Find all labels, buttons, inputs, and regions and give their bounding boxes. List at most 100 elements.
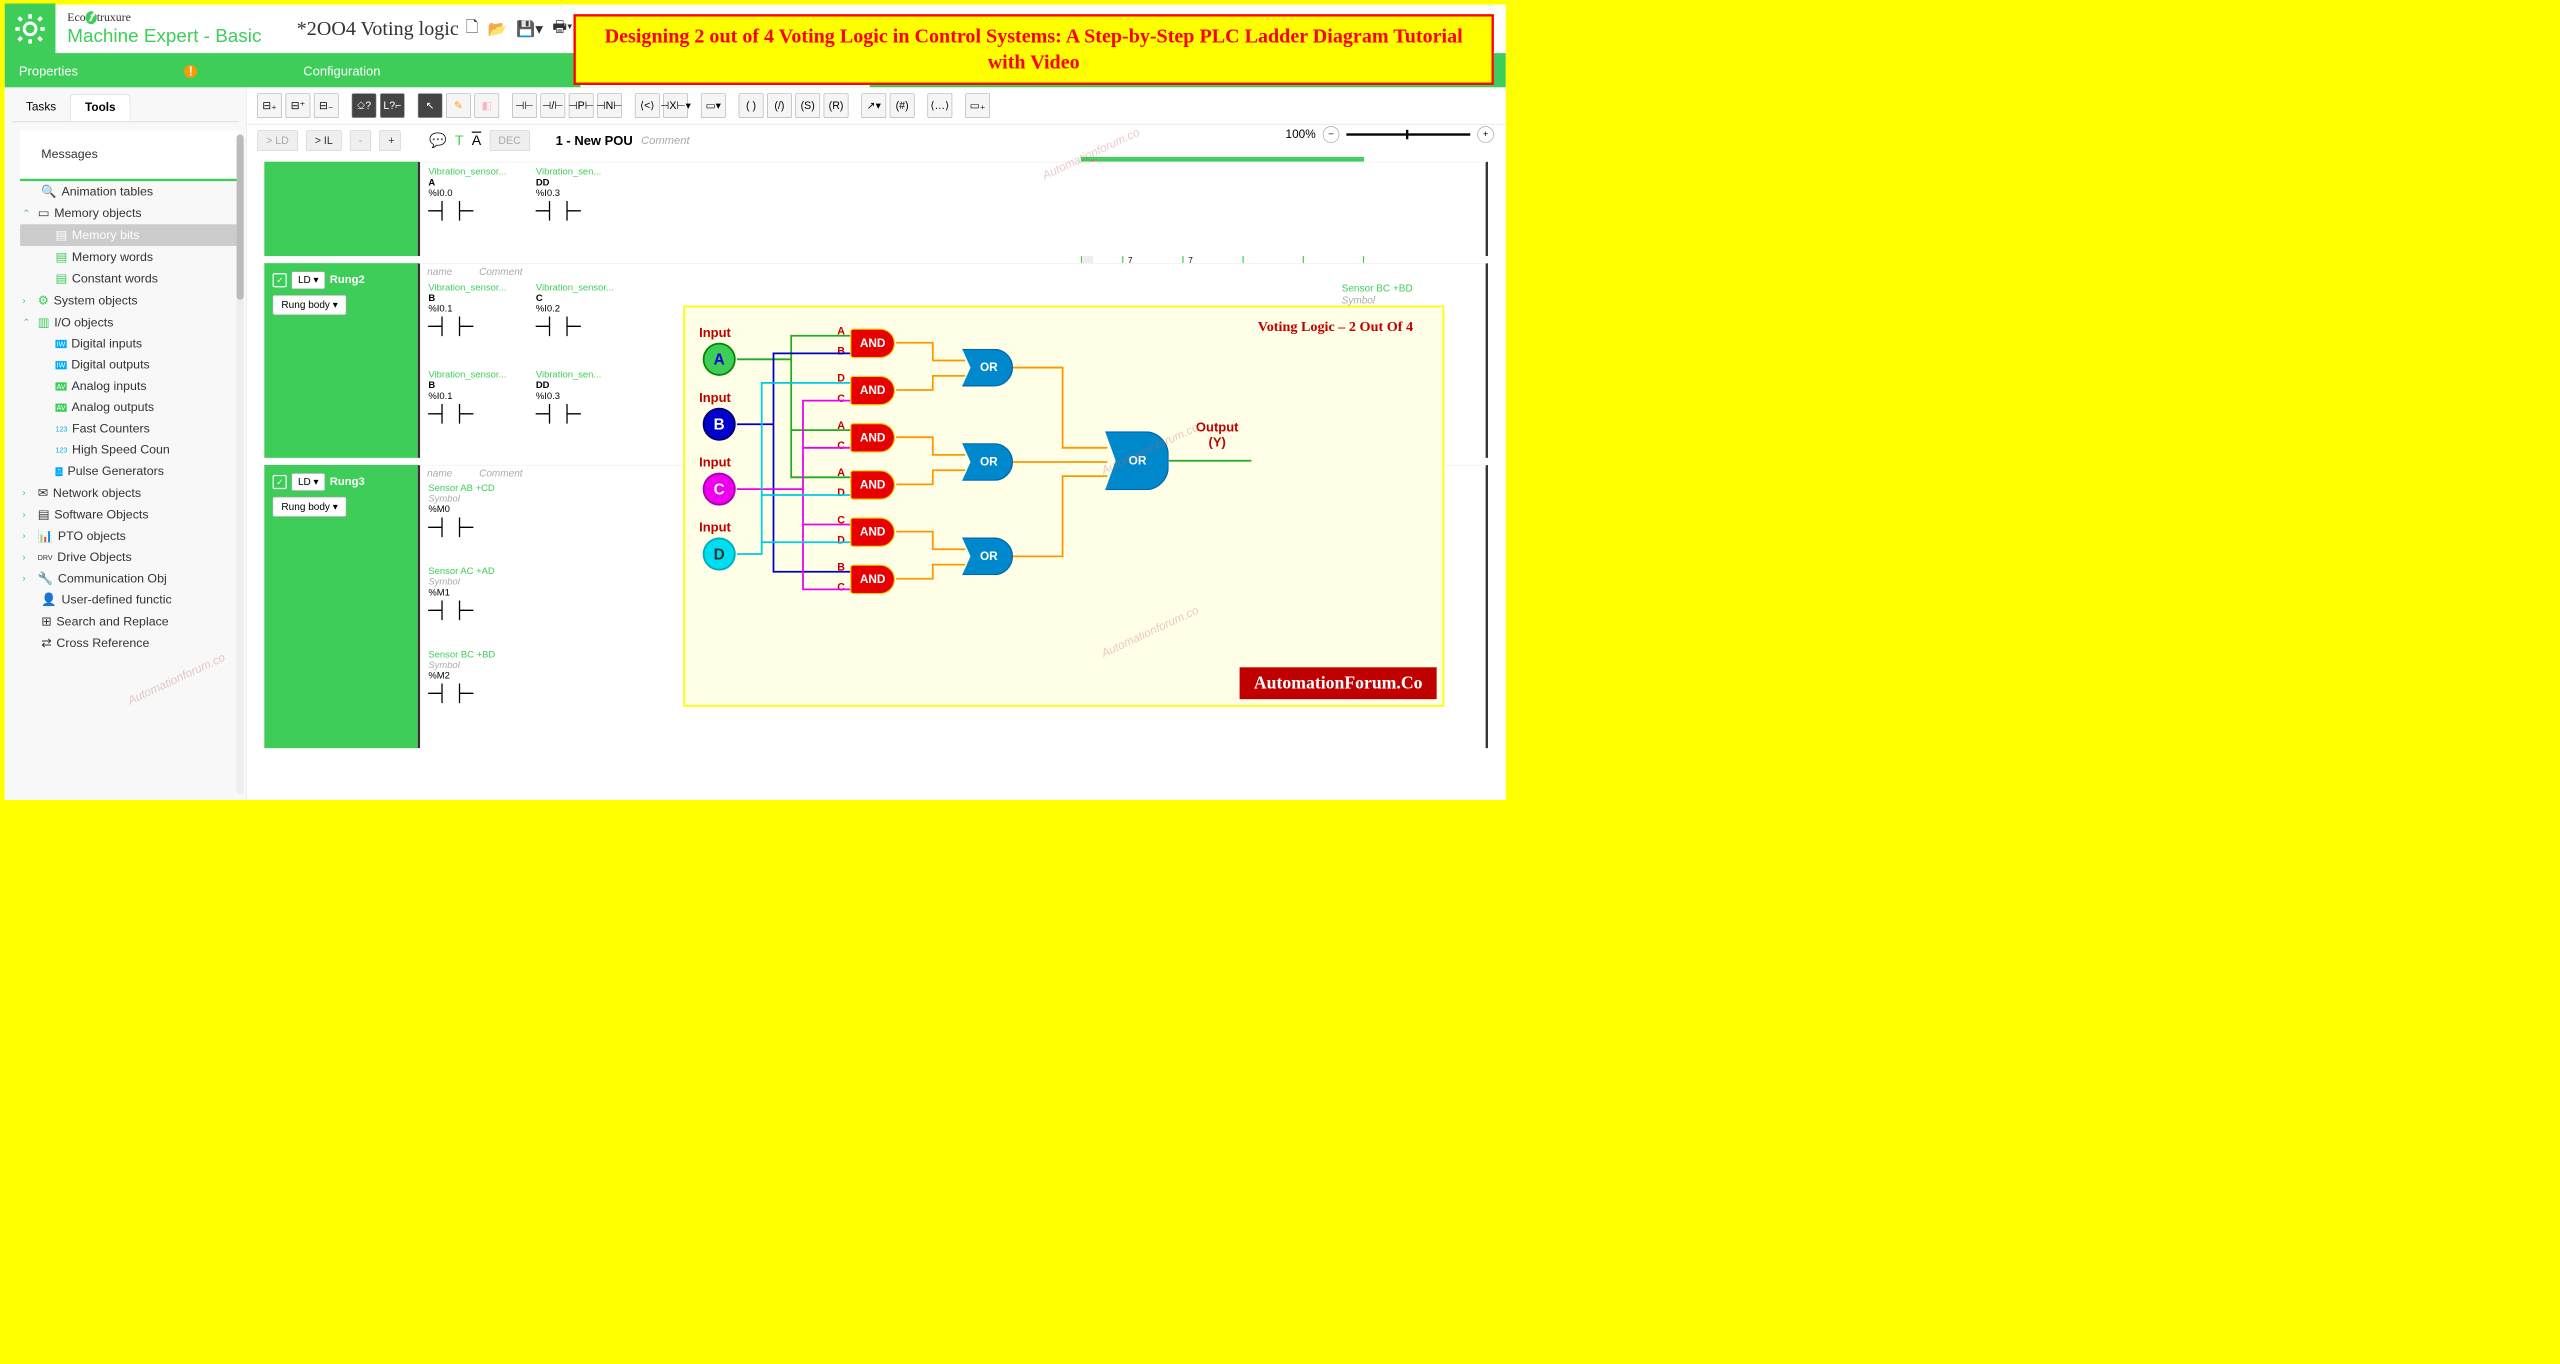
or-gate-final: OR xyxy=(1098,431,1169,490)
branch2-icon[interactable]: L?⌐ xyxy=(380,93,405,118)
side-tab-tools[interactable]: Tools xyxy=(70,94,130,121)
tree-analog-inputs[interactable]: AVAnalog inputs xyxy=(20,376,239,397)
tree-pto-objects[interactable]: ›📊PTO objects xyxy=(20,526,239,547)
tree-software-objects[interactable]: ›▤Software Objects xyxy=(20,504,239,526)
rung3-contact-M0[interactable]: Sensor AB +CD Symbol %M0 xyxy=(428,483,499,537)
tree-memory-words[interactable]: ▤Memory words xyxy=(20,246,239,268)
save-icon[interactable]: 💾▾ xyxy=(514,17,546,40)
app-logo xyxy=(5,4,56,55)
tree-network-objects[interactable]: ›✉Network objects xyxy=(20,482,239,504)
logic-diagram: Voting Logic – 2 Out Of 4 AutomationForu… xyxy=(683,306,1444,707)
tree-digital-inputs[interactable]: IWDigital inputs xyxy=(20,333,239,354)
input-D: D xyxy=(703,537,736,570)
text-icon[interactable]: T xyxy=(455,132,464,149)
rung2-name-ph[interactable]: name xyxy=(427,266,452,278)
tree-drive-objects[interactable]: ›DRVDrive Objects xyxy=(20,547,239,568)
tree-high-speed-counters[interactable]: 123High Speed Coun xyxy=(20,440,239,461)
rung3-ld-button[interactable]: LD ▾ xyxy=(291,473,325,491)
zoom-slider[interactable] xyxy=(1346,133,1470,135)
rung-add-icon[interactable]: ⊟₊ xyxy=(257,93,282,118)
coil-r-icon[interactable]: (R) xyxy=(824,93,849,118)
comment-icon[interactable]: 💬 xyxy=(429,132,447,149)
dec-button[interactable]: DEC xyxy=(489,130,529,151)
pou-comment[interactable]: Comment xyxy=(641,134,690,147)
font-icon[interactable]: A xyxy=(472,132,481,149)
pin-c1: C xyxy=(837,392,845,404)
plus-button[interactable]: + xyxy=(379,130,400,151)
coil-s-icon[interactable]: (S) xyxy=(795,93,820,118)
xor-icon[interactable]: ⊣X⊢▾ xyxy=(663,93,688,118)
zoom-in-button[interactable]: + xyxy=(1477,126,1494,143)
sidebar-scrollbar[interactable] xyxy=(237,135,244,795)
eraser-icon[interactable]: ◧ xyxy=(474,93,499,118)
rung0-header[interactable] xyxy=(264,162,417,256)
coil-sharp-icon[interactable]: (#) xyxy=(890,93,915,118)
new-file-icon[interactable]: 🗋 xyxy=(463,14,480,45)
rung2-contact-DD[interactable]: Vibration_sen... DD %I0.3 xyxy=(536,370,607,424)
input-label-D: Input xyxy=(699,520,731,535)
rung3-comment-ph[interactable]: Comment xyxy=(479,468,522,480)
tab-properties[interactable]: Properties xyxy=(5,55,289,87)
tree-animation-tables[interactable]: 🔍Animation tables xyxy=(20,181,239,202)
tree-comm-objects[interactable]: ›🔧Communication Obj xyxy=(20,568,239,589)
tree-memory-bits[interactable]: ▤Memory bits xyxy=(20,224,239,246)
tree-pulse-generators[interactable]: ⎍Pulse Generators xyxy=(20,461,239,482)
rung3-header[interactable]: ✓ LD ▾ Rung3 Rung body ▾ xyxy=(264,465,417,748)
contact-n-icon[interactable]: ⊣N⊢ xyxy=(597,93,622,118)
rung3-contact-M2[interactable]: Sensor BC +BD Symbol %M2 xyxy=(428,650,499,704)
rung2-comment-ph[interactable]: Comment xyxy=(479,266,522,278)
tree-fast-counters[interactable]: 123Fast Counters xyxy=(20,418,239,439)
jump-icon[interactable]: ↗▾ xyxy=(861,93,886,118)
func-block-icon[interactable]: ▭▾ xyxy=(701,93,726,118)
contact-A[interactable]: Vibration_sensor... A %I0.0 xyxy=(428,167,506,221)
tree-io-objects[interactable]: ⌃▥I/O objects xyxy=(20,312,239,334)
il-button[interactable]: > IL xyxy=(306,130,342,151)
coil-neg-icon[interactable]: (/) xyxy=(767,93,792,118)
editor-toolbar: ⊟₊ ⊟⁺ ⊟₋ ⎐? L?⌐ ↖ ✎ ◧ ⊣⊢ ⊣/⊢ ⊣P⊢ ⊣N⊢ ⟨<⟩… xyxy=(247,87,1506,124)
rung3-name-ph[interactable]: name xyxy=(427,468,452,480)
rung2-contact-B2[interactable]: Vibration_sensor... B %I0.1 xyxy=(428,370,506,424)
rung-insert-icon[interactable]: ⊟⁺ xyxy=(286,93,311,118)
tree-digital-outputs[interactable]: IWDigital outputs xyxy=(20,355,239,376)
pou-title: 1 - New POU xyxy=(556,133,633,148)
rung2-contact-B1[interactable]: Vibration_sensor... B %I0.1 xyxy=(428,283,506,337)
tree-search-replace[interactable]: ⊞Search and Replace xyxy=(20,611,239,633)
rung2-body-button[interactable]: Rung body ▾ xyxy=(273,295,347,315)
contact-DD[interactable]: Vibration_sen... DD %I0.3 xyxy=(536,167,607,221)
rung2-ld-button[interactable]: LD ▾ xyxy=(291,271,325,289)
rung0-canvas[interactable]: Vibration_sensor... A %I0.0 Vibration_se… xyxy=(418,162,1488,256)
coil-icon[interactable]: ( ) xyxy=(739,93,764,118)
contact-no-icon[interactable]: ⊣⊢ xyxy=(512,93,537,118)
branch-icon[interactable]: ⎐? xyxy=(352,93,377,118)
file-title: *2OO4 Voting logic xyxy=(297,18,459,40)
tree-system-objects[interactable]: ›⚙System objects xyxy=(20,290,239,312)
compare-icon[interactable]: ⟨<⟩ xyxy=(635,93,660,118)
operate-icon[interactable]: ⟨…⟩ xyxy=(927,93,952,118)
tree-memory-objects[interactable]: ⌃▭Memory objects xyxy=(20,202,239,224)
rung3-body-button[interactable]: Rung body ▾ xyxy=(273,497,347,517)
open-file-icon[interactable]: 📂 xyxy=(485,17,509,40)
pointer-icon[interactable]: ↖ xyxy=(418,93,443,118)
tree-constant-words[interactable]: ▤Constant words xyxy=(20,268,239,290)
contact-nc-icon[interactable]: ⊣/⊢ xyxy=(540,93,565,118)
rung2-contact-C[interactable]: Vibration_sensor... C %I0.2 xyxy=(536,283,614,337)
zoom-out-button[interactable]: − xyxy=(1323,126,1340,143)
tree-user-functions[interactable]: 👤User-defined functic xyxy=(20,589,239,610)
ld-button[interactable]: > LD xyxy=(257,130,297,151)
tab-configuration[interactable]: Configuration xyxy=(289,55,580,87)
side-tab-tasks[interactable]: Tasks xyxy=(12,94,70,121)
rung3-contact-M1[interactable]: Sensor AC +AD Symbol %M1 xyxy=(428,566,499,620)
rung2-header[interactable]: ✓ LD ▾ Rung2 Rung body ▾ xyxy=(264,263,417,458)
contact-p-icon[interactable]: ⊣P⊢ xyxy=(569,93,594,118)
pin-c3: C xyxy=(837,514,845,526)
tree-cross-reference[interactable]: ⇄Cross Reference xyxy=(20,632,239,654)
print-icon[interactable]: 🖶▾ xyxy=(550,14,575,45)
tree-analog-outputs[interactable]: AVAnalog outputs xyxy=(20,397,239,418)
minus-button[interactable]: - xyxy=(350,130,371,151)
pin-a1: A xyxy=(837,325,845,337)
pencil-icon[interactable]: ✎ xyxy=(446,93,471,118)
rung-delete-icon[interactable]: ⊟₋ xyxy=(314,93,339,118)
rung2-name: Rung2 xyxy=(330,274,365,287)
tree-messages[interactable]: Messages xyxy=(20,130,239,181)
block-add-icon[interactable]: ▭₊ xyxy=(965,93,990,118)
